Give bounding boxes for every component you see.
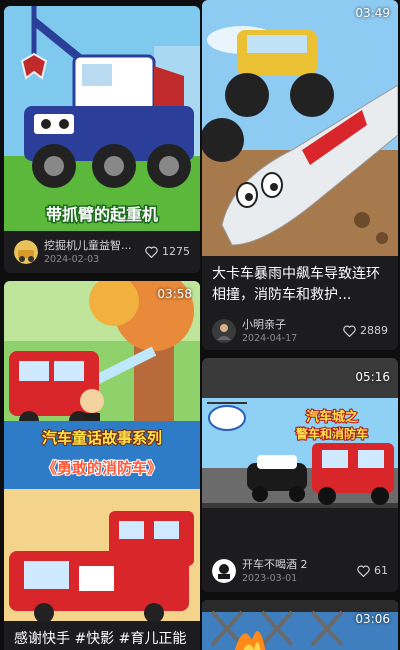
author-name[interactable]: 小明亲子 — [242, 316, 286, 332]
video-card[interactable]: 汽车童话故事系列 《勇敢的消防车》 03:58 感谢快手 #快影 #育儿正能 — [4, 281, 200, 650]
video-duration: 03:06 — [355, 612, 390, 626]
video-thumbnail[interactable]: 03:06 — [202, 600, 398, 650]
firetruck-story-thumbnail-art: 汽车童话故事系列 《勇敢的消防车》 — [4, 281, 200, 621]
heart-icon — [145, 246, 158, 258]
police-firetruck-thumbnail-art: 汽车城之 警车和消防车 — [202, 358, 398, 548]
thumbnail-caption: 带抓臂的起重机 — [46, 205, 158, 224]
avatar[interactable] — [14, 240, 38, 264]
video-thumbnail[interactable]: 带抓臂的起重机 — [4, 6, 200, 231]
video-duration: 03:49 — [355, 6, 390, 20]
video-title[interactable]: 感谢快手 #快影 #育儿正能 — [14, 629, 192, 650]
author-name[interactable]: 开车不喝酒 2 — [242, 556, 308, 572]
author-name[interactable]: 挖掘机儿童益智... — [44, 237, 132, 253]
video-duration: 05:16 — [355, 370, 390, 384]
publish-date: 2024-02-03 — [44, 254, 100, 265]
avatar[interactable] — [212, 319, 236, 343]
video-card[interactable]: 03:49 大卡车暴雨中飙车导致连环相撞，消防车和救护... 小明亲子 2024… — [202, 0, 398, 350]
video-card[interactable]: 汽车城之 警车和消防车 05:16 开车不喝酒 2 2023-03-01 61 — [202, 358, 398, 592]
video-meta: 挖掘机儿童益智... 2024-02-03 1275 — [14, 237, 192, 271]
like-count-value: 2889 — [360, 324, 388, 337]
like-count[interactable]: 1275 — [145, 245, 190, 258]
thumbnail-caption: 警车和消防车 — [295, 426, 368, 441]
like-count[interactable]: 2889 — [343, 324, 388, 337]
video-thumbnail[interactable]: 03:49 — [202, 0, 398, 256]
like-count-value: 1275 — [162, 245, 190, 258]
video-duration: 03:58 — [157, 287, 192, 301]
video-thumbnail[interactable]: 汽车城之 警车和消防车 05:16 — [202, 358, 398, 548]
thumbnail-caption: 汽车童话故事系列 — [42, 429, 162, 447]
video-thumbnail[interactable]: 汽车童话故事系列 《勇敢的消防车》 03:58 — [4, 281, 200, 621]
heart-icon — [343, 325, 356, 337]
publish-date: 2023-03-01 — [242, 573, 298, 584]
video-card[interactable]: 带抓臂的起重机 挖掘机儿童益智... 2024-02-03 1275 — [4, 6, 200, 273]
video-title[interactable]: 大卡车暴雨中飙车导致连环相撞，消防车和救护... — [212, 264, 390, 306]
like-count[interactable]: 61 — [357, 564, 388, 577]
like-count-value: 61 — [374, 564, 388, 577]
publish-date: 2024-04-17 — [242, 333, 298, 344]
video-meta: 开车不喝酒 2 2023-03-01 61 — [212, 556, 390, 590]
avatar[interactable] — [212, 559, 236, 583]
heart-icon — [357, 565, 370, 577]
video-meta: 小明亲子 2024-04-17 2889 — [212, 316, 390, 350]
airplane-crash-thumbnail-art — [202, 0, 398, 256]
thumbnail-caption: 《勇敢的消防车》 — [42, 459, 162, 477]
thumbnail-caption: 汽车城之 — [306, 409, 358, 425]
crane-thumbnail-art: 带抓臂的起重机 — [4, 6, 200, 231]
video-card[interactable]: 03:06 — [202, 600, 398, 650]
